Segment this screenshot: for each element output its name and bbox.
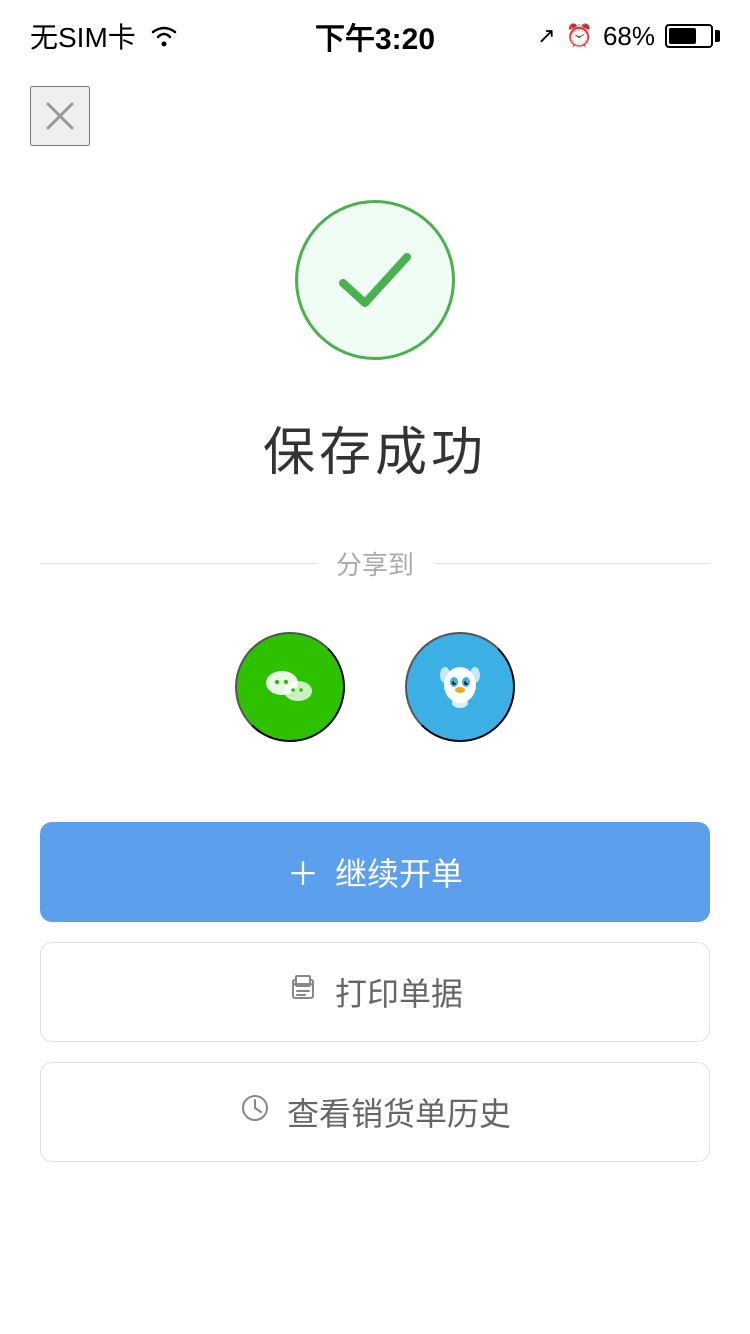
checkmark-icon bbox=[335, 245, 415, 315]
location-icon: ↗ bbox=[537, 23, 555, 49]
status-carrier: 无SIM卡 bbox=[30, 16, 182, 56]
success-title: 保存成功 bbox=[263, 410, 487, 485]
main-content: 保存成功 分享到 bbox=[0, 160, 750, 1222]
history-label: 查看销货单历史 bbox=[287, 1089, 511, 1135]
print-label: 打印单据 bbox=[335, 969, 463, 1015]
share-qq-button[interactable] bbox=[405, 632, 515, 742]
share-wechat-button[interactable] bbox=[235, 632, 345, 742]
share-label: 分享到 bbox=[336, 545, 414, 582]
battery-percentage: 68% bbox=[603, 21, 655, 52]
wifi-icon bbox=[146, 23, 182, 49]
carrier-text: 无SIM卡 bbox=[30, 16, 136, 56]
success-icon-circle bbox=[295, 200, 455, 360]
action-buttons: ＋ 继续开单 打印单据 bbox=[40, 822, 710, 1162]
status-time: 下午3:20 bbox=[315, 14, 435, 58]
share-divider: 分享到 bbox=[40, 545, 710, 582]
print-button[interactable]: 打印单据 bbox=[40, 942, 710, 1042]
close-icon bbox=[42, 98, 78, 134]
battery-icon bbox=[665, 24, 720, 48]
share-icons-row bbox=[235, 632, 515, 742]
divider-line-right bbox=[434, 563, 710, 564]
divider-line-left bbox=[40, 563, 316, 564]
status-bar: 无SIM卡 下午3:20 ↗ ⏰ 68% bbox=[0, 0, 750, 72]
continue-label: 继续开单 bbox=[335, 849, 463, 895]
close-button[interactable] bbox=[30, 86, 90, 146]
qq-icon bbox=[430, 657, 490, 717]
nav-bar bbox=[0, 72, 750, 160]
printer-icon bbox=[287, 972, 319, 1012]
continue-button[interactable]: ＋ 继续开单 bbox=[40, 822, 710, 922]
alarm-icon: ⏰ bbox=[566, 23, 593, 49]
status-right: ↗ ⏰ 68% bbox=[537, 21, 720, 52]
wechat-icon bbox=[260, 657, 320, 717]
clock-icon bbox=[239, 1092, 271, 1132]
plus-icon: ＋ bbox=[287, 849, 319, 895]
history-button[interactable]: 查看销货单历史 bbox=[40, 1062, 710, 1162]
